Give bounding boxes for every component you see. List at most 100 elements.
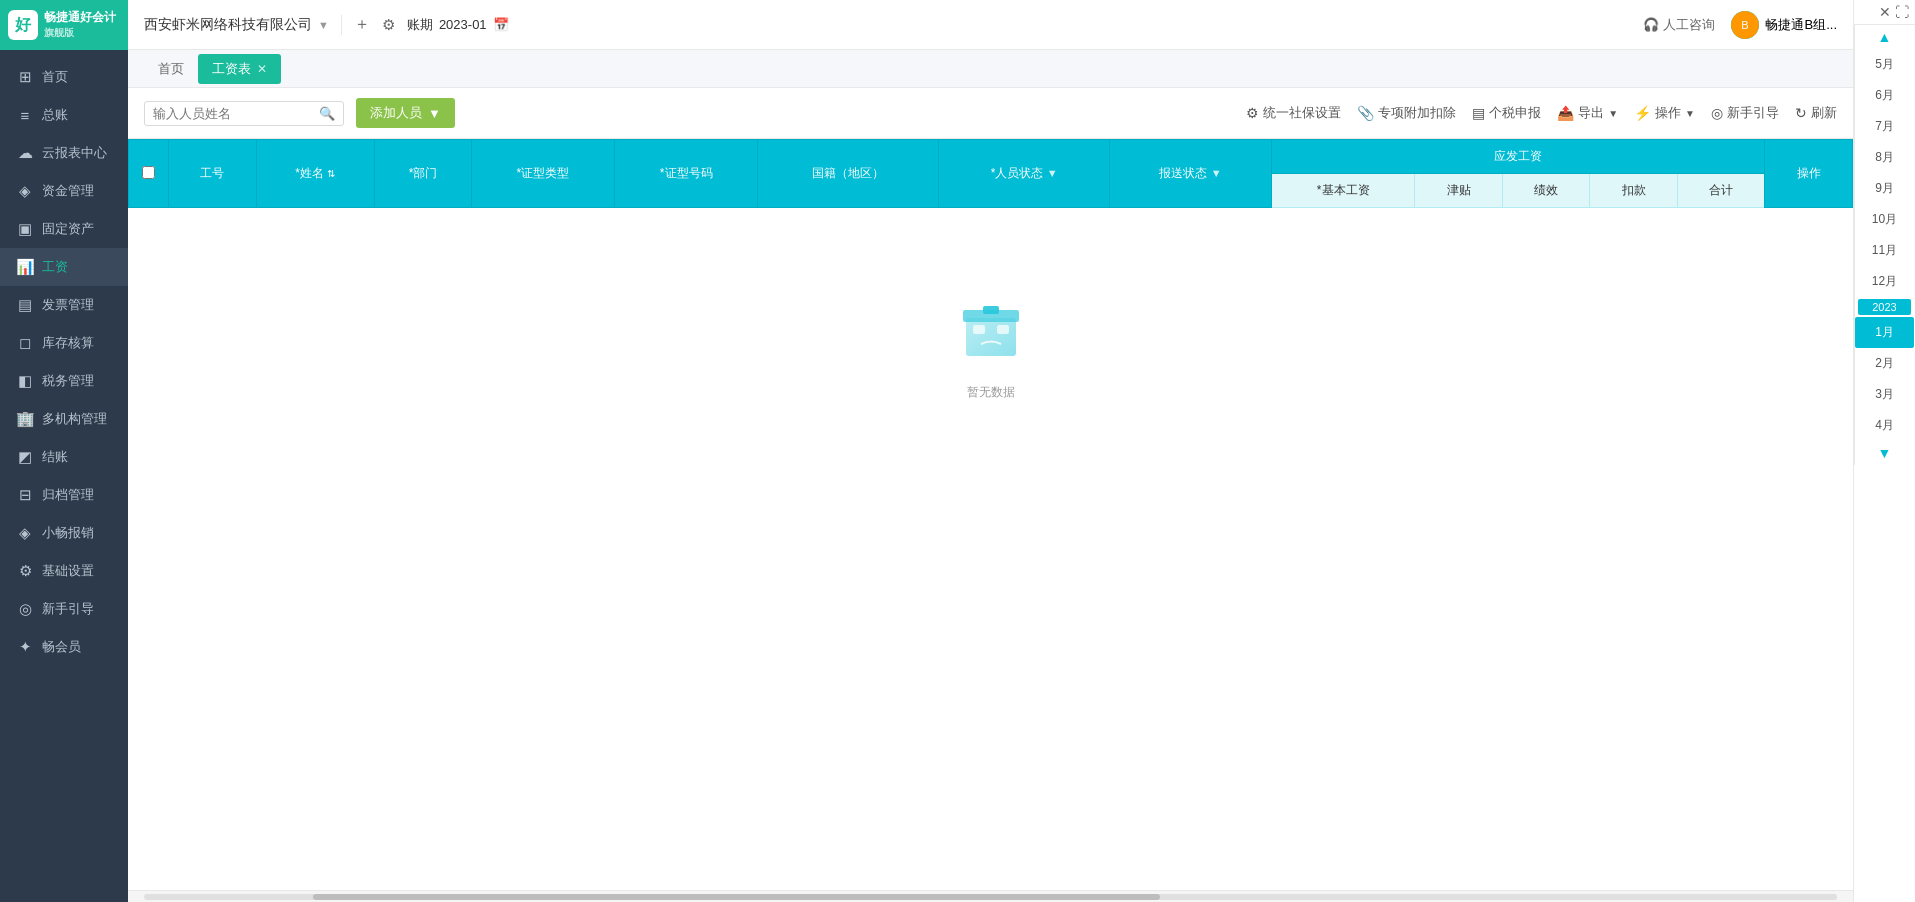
calendar-icon[interactable]: 📅 <box>493 17 509 32</box>
sidebar-item-inventory[interactable]: ◻ 库存核算 <box>0 324 128 362</box>
social-security-icon: ⚙ <box>1246 105 1259 121</box>
sidebar-item-fixed-assets[interactable]: ▣ 固定资产 <box>0 210 128 248</box>
expense-icon: ◈ <box>16 524 34 542</box>
sidebar-nav: ⊞ 首页 ≡ 总账 ☁ 云报表中心 ◈ 资金管理 ▣ 固定资产 📊 工资 ▤ 发… <box>0 50 128 902</box>
toolbar-actions: ⚙ 统一社保设置 📎 专项附加扣除 ▤ 个税申报 📤 导出 ▼ ⚡ <box>1246 104 1837 122</box>
sidebar-item-home[interactable]: ⊞ 首页 <box>0 58 128 96</box>
operation-label: 操作 <box>1655 104 1681 122</box>
month-item-2022-05[interactable]: 5月 <box>1855 49 1914 80</box>
sidebar: 好 畅捷通好会计 旗舰版 ⊞ 首页 ≡ 总账 ☁ 云报表中心 ◈ 资金管理 ▣ … <box>0 0 128 902</box>
sidebar-item-guide[interactable]: ◎ 新手引导 <box>0 590 128 628</box>
add-person-label: 添加人员 <box>370 104 422 122</box>
guide-action[interactable]: ◎ 新手引导 <box>1711 104 1779 122</box>
sidebar-item-cloud-report[interactable]: ☁ 云报表中心 <box>0 134 128 172</box>
tab-payroll-table[interactable]: 工资表 ✕ <box>198 54 281 84</box>
add-person-button[interactable]: 添加人员 ▼ <box>356 98 455 128</box>
add-company-icon[interactable]: ＋ <box>354 14 370 35</box>
logo-icon: 好 <box>8 10 38 40</box>
sidebar-item-expense[interactable]: ◈ 小畅报销 <box>0 514 128 552</box>
th-salary-detail: 应发工资 <box>1272 140 1765 174</box>
tab-home[interactable]: 首页 <box>144 54 198 84</box>
sidebar-item-payroll[interactable]: 📊 工资 <box>0 248 128 286</box>
horizontal-scrollbar[interactable] <box>128 890 1853 902</box>
refresh-action[interactable]: ↻ 刷新 <box>1795 104 1837 122</box>
month-item-2023-02[interactable]: 2月 <box>1855 348 1914 379</box>
month-item-2022-08[interactable]: 8月 <box>1855 142 1914 173</box>
month-item-2022-10[interactable]: 10月 <box>1855 204 1914 235</box>
invoice-icon: ▤ <box>16 296 34 314</box>
search-box[interactable]: 🔍 <box>144 101 344 126</box>
topbar-right: 🎧 人工咨询 B 畅捷通B组... <box>1643 11 1837 39</box>
sidebar-item-tax[interactable]: ◧ 税务管理 <box>0 362 128 400</box>
company-name: 西安虾米网络科技有限公司 <box>144 16 312 34</box>
app-logo: 好 畅捷通好会计 旗舰版 <box>0 0 128 50</box>
month-item-2022-07[interactable]: 7月 <box>1855 111 1914 142</box>
scroll-thumb[interactable] <box>313 894 1160 900</box>
sidebar-item-ledger[interactable]: ≡ 总账 <box>0 96 128 134</box>
expand-panel-icon[interactable]: ⛶ <box>1895 4 1909 20</box>
export-icon: 📤 <box>1557 105 1574 121</box>
month-nav-up[interactable]: ▲ <box>1874 25 1896 49</box>
guide-toolbar-icon: ◎ <box>1711 105 1723 121</box>
month-item-2022-12[interactable]: 12月 <box>1855 266 1914 297</box>
scroll-track[interactable] <box>144 894 1837 900</box>
sidebar-item-label: 总账 <box>42 106 68 124</box>
sidebar-item-label: 发票管理 <box>42 296 94 314</box>
right-panel: ✕ ⛶ ▲ 5月 6月 7月 8月 9月 10月 11月 12月 2023 1月… <box>1853 0 1915 902</box>
tax-report-action[interactable]: ▤ 个税申报 <box>1472 104 1541 122</box>
month-item-2022-11[interactable]: 11月 <box>1855 235 1914 266</box>
sidebar-item-settings[interactable]: ⚙ 基础设置 <box>0 552 128 590</box>
avatar: B <box>1731 11 1759 39</box>
month-nav-down[interactable]: ▼ <box>1874 441 1896 465</box>
close-accounts-icon: ◩ <box>16 448 34 466</box>
sidebar-item-multi-org[interactable]: 🏢 多机构管理 <box>0 400 128 438</box>
help-button[interactable]: 🎧 人工咨询 <box>1643 16 1715 34</box>
month-item-2022-06[interactable]: 6月 <box>1855 80 1914 111</box>
operation-action[interactable]: ⚡ 操作 ▼ <box>1634 104 1695 122</box>
sidebar-item-member[interactable]: ✦ 畅会员 <box>0 628 128 666</box>
svg-rect-2 <box>966 318 1016 356</box>
deduction-action[interactable]: 📎 专项附加扣除 <box>1357 104 1456 122</box>
settings-icon: ⚙ <box>16 562 34 580</box>
month-item-2023-04[interactable]: 4月 <box>1855 410 1914 441</box>
search-input[interactable] <box>153 106 313 121</box>
month-item-2023-03[interactable]: 3月 <box>1855 379 1914 410</box>
tab-close-icon[interactable]: ✕ <box>257 62 267 76</box>
sidebar-item-archive[interactable]: ⊟ 归档管理 <box>0 476 128 514</box>
sidebar-item-label: 结账 <box>42 448 68 466</box>
th-dept: *部门 <box>375 140 472 208</box>
th-action: 操作 <box>1765 140 1853 208</box>
month-item-2023-01[interactable]: 1月 <box>1855 317 1914 348</box>
export-chevron-icon: ▼ <box>1608 108 1618 119</box>
guide-label: 新手引导 <box>1727 104 1779 122</box>
user-menu[interactable]: B 畅捷通B组... <box>1731 11 1837 39</box>
th-total: 合计 <box>1677 174 1765 208</box>
status-filter-icon[interactable]: ▼ <box>1047 167 1058 179</box>
close-panel-icon[interactable]: ✕ <box>1879 4 1891 20</box>
year-badge-2023: 2023 <box>1858 299 1911 315</box>
th-check[interactable] <box>129 140 169 208</box>
ledger-icon: ≡ <box>16 107 34 124</box>
company-settings-icon[interactable]: ⚙ <box>382 16 395 34</box>
th-status: *人员状态 ▼ <box>939 140 1110 208</box>
select-all-checkbox[interactable] <box>142 166 155 179</box>
sidebar-item-label: 资金管理 <box>42 182 94 200</box>
tax-icon: ◧ <box>16 372 34 390</box>
sidebar-item-label: 基础设置 <box>42 562 94 580</box>
company-selector[interactable]: 西安虾米网络科技有限公司 ▼ <box>144 16 329 34</box>
empty-state: 暂无数据 <box>129 208 1853 481</box>
svg-rect-3 <box>973 325 985 334</box>
th-emp-no: 工号 <box>169 140 257 208</box>
social-security-action[interactable]: ⚙ 统一社保设置 <box>1246 104 1341 122</box>
month-item-2022-09[interactable]: 9月 <box>1855 173 1914 204</box>
assets-icon: ▣ <box>16 220 34 238</box>
th-basic-salary: *基本工资 <box>1272 174 1415 208</box>
report-filter-icon[interactable]: ▼ <box>1211 167 1222 179</box>
sidebar-item-invoice[interactable]: ▤ 发票管理 <box>0 286 128 324</box>
export-action[interactable]: 📤 导出 ▼ <box>1557 104 1618 122</box>
chevron-down-icon: ▼ <box>318 19 329 31</box>
th-deduct: 扣款 <box>1590 174 1678 208</box>
sidebar-item-close-accounts[interactable]: ◩ 结账 <box>0 438 128 476</box>
sidebar-item-funds[interactable]: ◈ 资金管理 <box>0 172 128 210</box>
period-selector[interactable]: 账期 2023-01 📅 <box>407 16 509 34</box>
